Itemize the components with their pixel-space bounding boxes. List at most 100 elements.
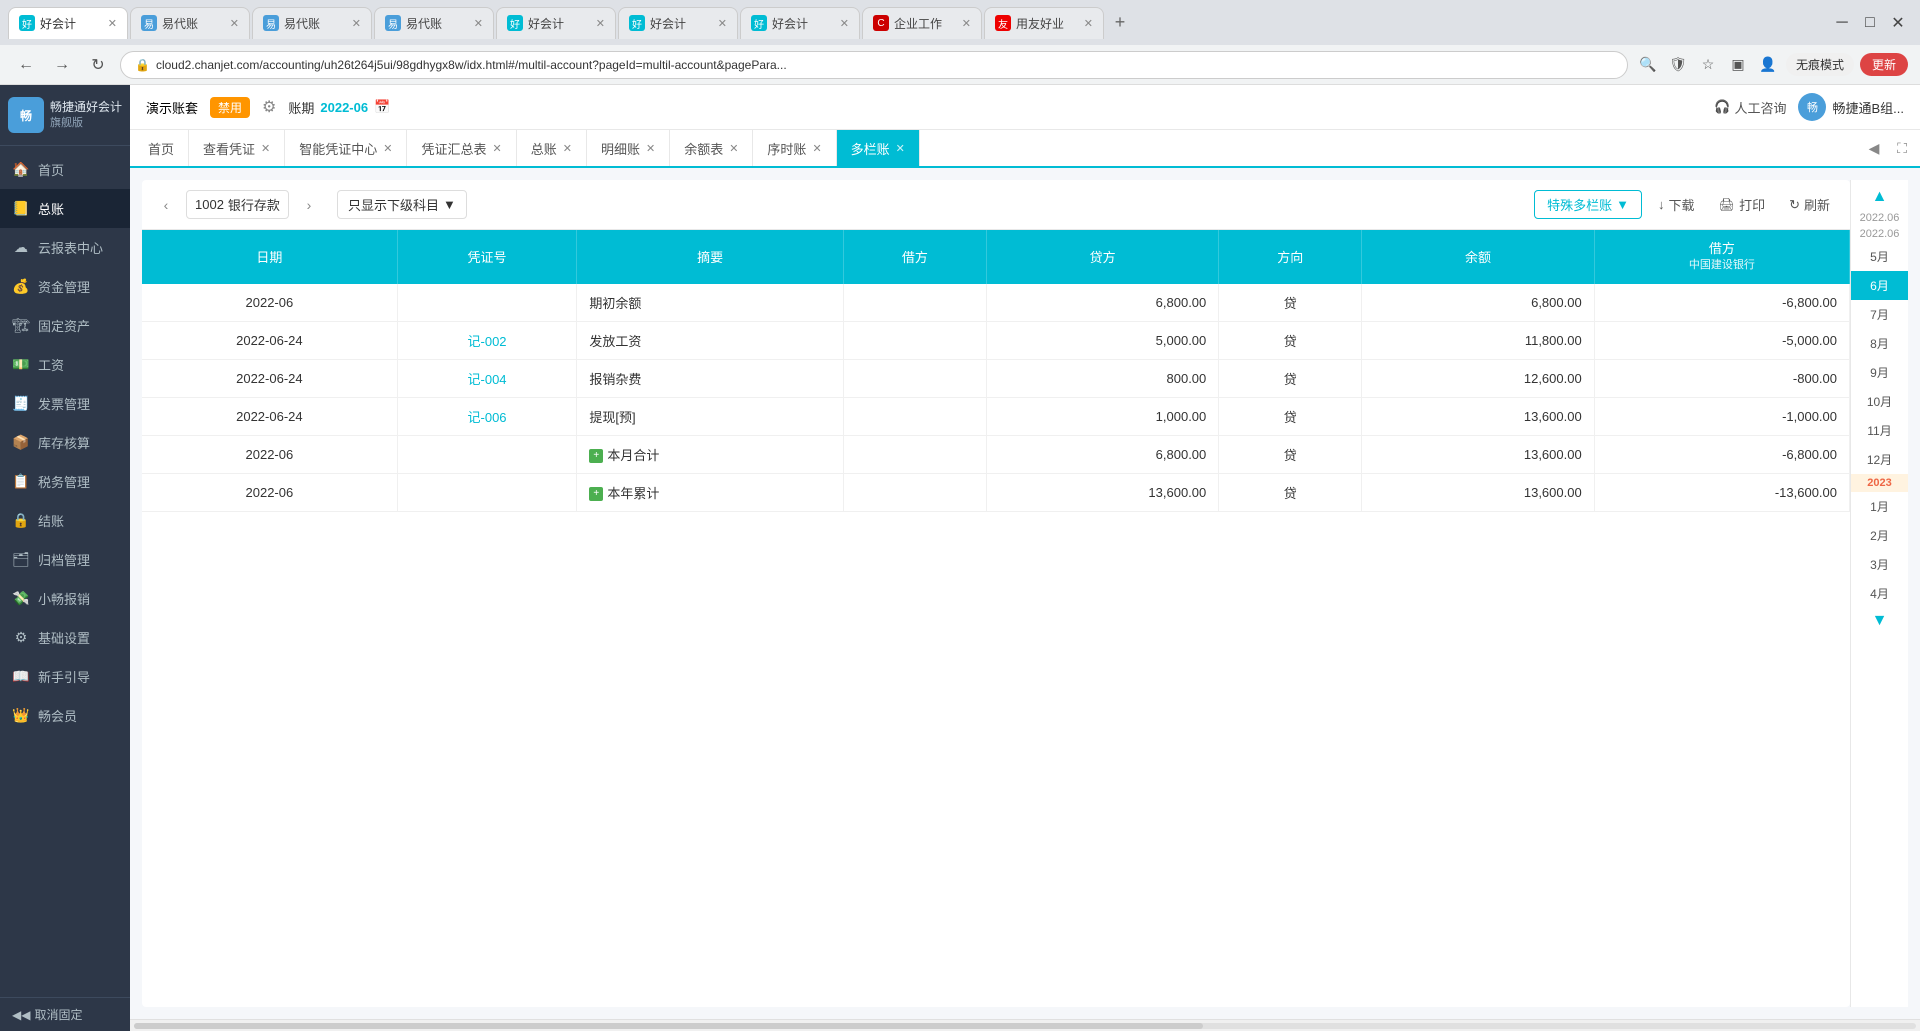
cal-month-8[interactable]: 8月 — [1851, 329, 1908, 358]
tab-close-balance[interactable]: ✕ — [729, 142, 738, 155]
next-account-button[interactable]: › — [297, 193, 321, 217]
tab-close-general-ledger[interactable]: ✕ — [563, 142, 572, 155]
browser-tab-5[interactable]: 好 好会计 ✕ — [8, 7, 128, 39]
show-sub-button[interactable]: 只显示下级科目 ▼ — [337, 190, 467, 219]
browser-tab-6[interactable]: 好 好会计 ✕ — [618, 7, 738, 39]
tab-close-6[interactable]: ✕ — [718, 17, 727, 30]
sidebar-item-close[interactable]: 🔒 结账 — [0, 501, 130, 540]
search-icon[interactable]: 🔍 — [1636, 53, 1660, 77]
cal-month-2[interactable]: 2月 — [1851, 521, 1908, 550]
tab-smart-voucher[interactable]: 智能凭证中心 ✕ — [285, 130, 407, 167]
update-button[interactable]: 更新 — [1860, 53, 1908, 76]
sidebar-panel-icon[interactable]: ▣ — [1726, 53, 1750, 77]
cal-scroll-down-button[interactable]: ▼ — [1868, 608, 1892, 634]
voucher-link[interactable]: 记-006 — [468, 410, 507, 425]
star-icon[interactable]: ☆ — [1696, 53, 1720, 77]
sidebar-item-report[interactable]: ☁ 云报表中心 — [0, 228, 130, 267]
horizontal-scrollbar[interactable] — [130, 1019, 1920, 1031]
download-button[interactable]: ↓ 下载 — [1650, 191, 1703, 218]
tab-close-detail-ledger[interactable]: ✕ — [646, 142, 655, 155]
tab-chronological[interactable]: 序时账 ✕ — [753, 130, 836, 167]
cal-month-12[interactable]: 12月 — [1851, 445, 1908, 474]
cal-month-10[interactable]: 10月 — [1851, 387, 1908, 416]
calendar-icon[interactable]: 📅 — [374, 99, 390, 115]
close-button[interactable]: ✕ — [1884, 9, 1912, 37]
browser-tab-1[interactable]: 易 易代账 ✕ — [130, 7, 250, 39]
new-tab-button[interactable]: + — [1106, 9, 1134, 37]
special-multi-column-button[interactable]: 特殊多栏账 ▼ — [1534, 190, 1642, 219]
tab-close-2[interactable]: ✕ — [352, 17, 361, 30]
cal-scroll-up-button[interactable]: ▲ — [1868, 184, 1892, 210]
tab-voucher-summary[interactable]: 凭证汇总表 ✕ — [407, 130, 516, 167]
cal-month-1[interactable]: 1月 — [1851, 492, 1908, 521]
forward-button[interactable]: → — [48, 51, 76, 79]
tab-close-voucher-summary[interactable]: ✕ — [493, 142, 502, 155]
sidebar-item-inventory[interactable]: 📦 库存核算 — [0, 423, 130, 462]
tab-close-chronological[interactable]: ✕ — [812, 142, 821, 155]
tab-voucher-view[interactable]: 查看凭证 ✕ — [189, 130, 285, 167]
cell-voucher[interactable]: 记-002 — [397, 321, 577, 359]
sidebar-item-guide[interactable]: 📖 新手引导 — [0, 657, 130, 696]
shield-icon[interactable]: 🛡 — [1666, 53, 1690, 77]
browser-tab-8[interactable]: C 企业工作 ✕ — [862, 7, 982, 39]
tab-close-8[interactable]: ✕ — [962, 17, 971, 30]
minimize-button[interactable]: ─ — [1828, 9, 1856, 37]
refresh-nav-button[interactable]: ↻ — [84, 51, 112, 79]
browser-tab-4[interactable]: 好 好会计 ✕ — [496, 7, 616, 39]
voucher-link[interactable]: 记-002 — [468, 334, 507, 349]
tab-general-ledger[interactable]: 总账 ✕ — [517, 130, 587, 167]
cal-month-3[interactable]: 3月 — [1851, 550, 1908, 579]
cell-voucher[interactable]: 记-004 — [397, 359, 577, 397]
tab-close-1[interactable]: ✕ — [230, 17, 239, 30]
cal-month-6[interactable]: 6月 — [1851, 271, 1908, 300]
cal-month-4[interactable]: 4月 — [1851, 579, 1908, 608]
tab-expand-button[interactable]: ⛶ — [1888, 134, 1916, 162]
print-button[interactable]: 🖨 打印 — [1711, 191, 1774, 218]
tab-close-7[interactable]: ✕ — [840, 17, 849, 30]
tab-close-voucher-view[interactable]: ✕ — [261, 142, 270, 155]
cal-month-7[interactable]: 7月 — [1851, 300, 1908, 329]
tab-close-3[interactable]: ✕ — [474, 17, 483, 30]
scrollbar-thumb[interactable] — [134, 1023, 1203, 1029]
tab-home[interactable]: 首页 — [134, 130, 189, 167]
prev-account-button[interactable]: ‹ — [154, 193, 178, 217]
tab-close-5[interactable]: ✕ — [108, 17, 117, 30]
cal-month-9[interactable]: 9月 — [1851, 358, 1908, 387]
voucher-link[interactable]: 记-004 — [468, 372, 507, 387]
sidebar-item-settings[interactable]: ⚙ 基础设置 — [0, 618, 130, 657]
sidebar-item-payroll[interactable]: 💵 工资 — [0, 345, 130, 384]
tab-close-smart-voucher[interactable]: ✕ — [383, 142, 392, 155]
tab-close-4[interactable]: ✕ — [596, 17, 605, 30]
address-bar[interactable]: 🔒 cloud2.chanjet.com/accounting/uh26t264… — [120, 51, 1628, 79]
sidebar-item-fund[interactable]: 💰 资金管理 — [0, 267, 130, 306]
sidebar-item-tax[interactable]: 📋 税务管理 — [0, 462, 130, 501]
browser-tab-7[interactable]: 好 好会计 ✕ — [740, 7, 860, 39]
refresh-button[interactable]: ↻ 刷新 — [1781, 191, 1838, 218]
cell-voucher[interactable]: 记-006 — [397, 397, 577, 435]
sidebar-item-invoice[interactable]: 🧾 发票管理 — [0, 384, 130, 423]
tab-detail-ledger[interactable]: 明细账 ✕ — [587, 130, 670, 167]
tab-multi-column[interactable]: 多栏账 ✕ — [837, 130, 920, 167]
sidebar-item-archive[interactable]: 🗂 归档管理 — [0, 540, 130, 579]
tab-balance[interactable]: 余额表 ✕ — [670, 130, 753, 167]
tab-close-multi-column[interactable]: ✕ — [896, 142, 905, 155]
sidebar-item-ledger[interactable]: 📒 总账 — [0, 189, 130, 228]
settings-gear-icon[interactable]: ⚙ — [262, 97, 276, 117]
pin-button[interactable]: ◀◀ 取消固定 — [12, 1006, 118, 1023]
tab-collapse-button[interactable]: ◀ — [1860, 134, 1888, 162]
tab-close-9[interactable]: ✕ — [1084, 17, 1093, 30]
consult-button[interactable]: 🎧 人工咨询 — [1714, 98, 1786, 117]
sidebar-item-expense[interactable]: 💸 小畅报销 — [0, 579, 130, 618]
user-profile-icon[interactable]: 👤 — [1756, 53, 1780, 77]
sidebar-item-home[interactable]: 🏠 首页 — [0, 150, 130, 189]
browser-tab-3[interactable]: 易 易代账 ✕ — [374, 7, 494, 39]
sidebar-item-asset[interactable]: 🏗 固定资产 — [0, 306, 130, 345]
cal-month-5[interactable]: 5月 — [1851, 242, 1908, 271]
browser-tab-9[interactable]: 友 用友好业 ✕ — [984, 7, 1104, 39]
maximize-button[interactable]: □ — [1856, 9, 1884, 37]
back-button[interactable]: ← — [12, 51, 40, 79]
cal-month-11[interactable]: 11月 — [1851, 416, 1908, 445]
wuhen-button[interactable]: 无痕模式 — [1786, 53, 1854, 76]
browser-tab-2[interactable]: 易 易代账 ✕ — [252, 7, 372, 39]
account-selector[interactable]: 1002 银行存款 — [186, 190, 289, 219]
